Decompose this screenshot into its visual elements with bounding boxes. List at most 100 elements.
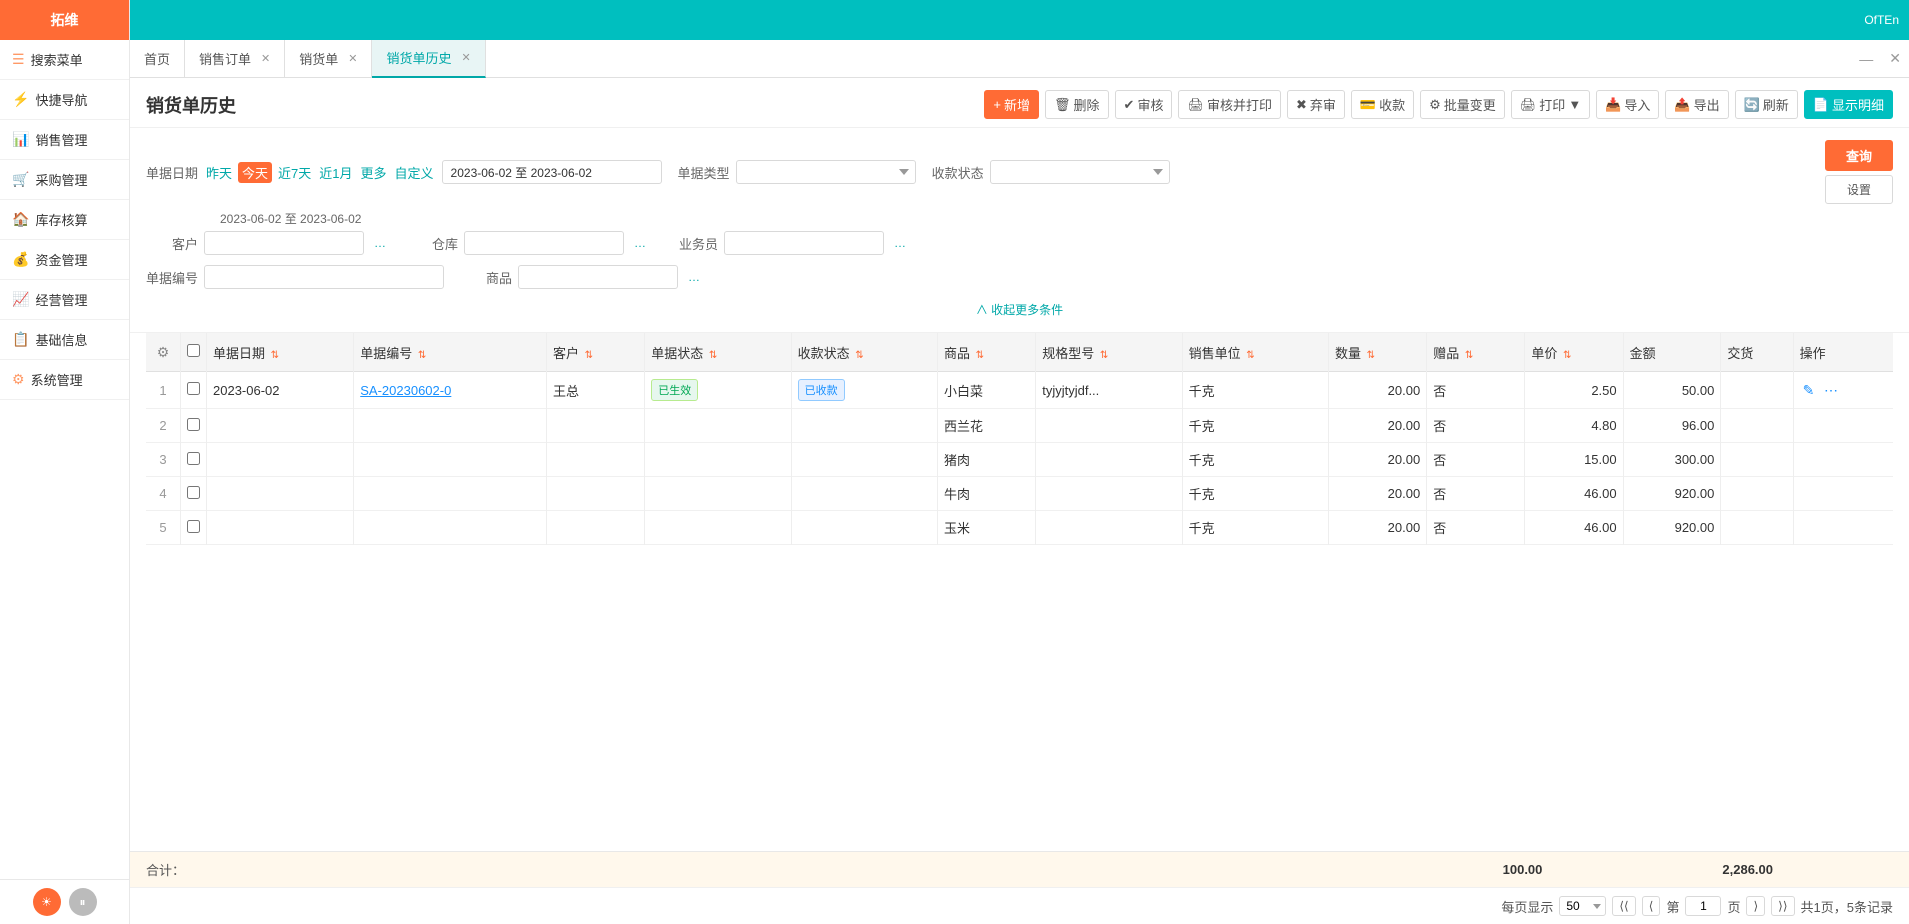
- shortcut-today[interactable]: 今天: [238, 162, 272, 183]
- cell-customer: [547, 511, 645, 545]
- doc-number-link[interactable]: SA-20230602-0: [360, 383, 451, 398]
- sort-price-icon[interactable]: ⇅: [1563, 350, 1571, 361]
- sidebar-item-system-mgmt[interactable]: ⚙ 系统管理: [0, 360, 129, 400]
- payment-status-select[interactable]: [990, 160, 1170, 184]
- main-area: OfTEn 首页 销售订单 ✕ 销货单 ✕ 销货单历史 ✕ — ✕ 销货单历史: [130, 0, 1909, 924]
- customer-ellipsis-btn[interactable]: …: [370, 236, 390, 250]
- sidebar-item-sales-mgmt[interactable]: 📊 销售管理: [0, 120, 129, 160]
- doc-type-select[interactable]: [736, 160, 916, 184]
- page-input[interactable]: [1685, 896, 1721, 916]
- cell-actions: [1793, 477, 1893, 511]
- shortcut-7days[interactable]: 近7天: [276, 163, 313, 182]
- sidebar: 拓维 ☰ 搜索菜单 ⚡ 快捷导航 📊 销售管理 🛒 采购管理 🏠 库存核算 💰 …: [0, 0, 130, 924]
- window-close-btn[interactable]: ✕: [1881, 50, 1909, 67]
- cell-goods: 西兰花: [938, 409, 1036, 443]
- edit-action-icon[interactable]: ✎: [1803, 382, 1815, 398]
- sidebar-item-basic-info[interactable]: 📋 基础信息: [0, 320, 129, 360]
- more-action-icon[interactable]: ⋯: [1824, 382, 1838, 398]
- filter-collapse-row: ∧ 收起更多条件: [146, 299, 1893, 320]
- sidebar-item-operations-mgmt[interactable]: 📈 经营管理: [0, 280, 129, 320]
- goods-input[interactable]: [518, 265, 678, 289]
- date-range-input[interactable]: 2023-06-02 至 2023-06-02: [442, 160, 662, 184]
- show-detail-button[interactable]: 📄 显示明细: [1804, 90, 1893, 119]
- cell-actions: [1793, 511, 1893, 545]
- sort-number-icon[interactable]: ⇅: [418, 350, 426, 361]
- col-settings[interactable]: ⚙: [146, 333, 181, 372]
- shortcut-custom[interactable]: 自定义: [393, 163, 436, 182]
- salesperson-ellipsis-btn[interactable]: …: [890, 236, 910, 250]
- sort-qty-icon[interactable]: ⇅: [1367, 350, 1375, 361]
- sidebar-item-quick-nav[interactable]: ⚡ 快捷导航: [0, 80, 129, 120]
- col-actions: 操作: [1793, 333, 1893, 372]
- settings-gear-icon[interactable]: ⚙: [152, 341, 174, 363]
- page-size-select[interactable]: 20 50 100: [1559, 896, 1606, 916]
- doc-number-input[interactable]: [204, 265, 444, 289]
- row-checkbox[interactable]: [187, 452, 200, 465]
- new-button[interactable]: + 新增: [984, 90, 1039, 119]
- shortcut-yesterday[interactable]: 昨天: [204, 163, 234, 182]
- sidebar-item-finance-mgmt[interactable]: 💰 资金管理: [0, 240, 129, 280]
- export-button[interactable]: 📤 导出: [1665, 90, 1728, 119]
- tab-sales-order[interactable]: 销售订单 ✕: [185, 40, 285, 78]
- tab-sales-delivery[interactable]: 销货单 ✕: [285, 40, 372, 78]
- print-button[interactable]: 🖨 打印 ▼: [1511, 90, 1590, 119]
- customer-input[interactable]: [204, 231, 364, 255]
- cell-unit: 千克: [1182, 511, 1328, 545]
- page-last-btn[interactable]: ⟩⟩: [1771, 896, 1794, 916]
- delete-button[interactable]: 🗑 删除: [1045, 90, 1109, 119]
- warehouse-ellipsis-btn[interactable]: …: [630, 236, 650, 250]
- audit-print-button[interactable]: 🖨 审核并打印: [1178, 90, 1281, 119]
- shortcut-more[interactable]: 更多: [359, 163, 389, 182]
- cell-date: [207, 409, 354, 443]
- tab-sales-order-close[interactable]: ✕: [261, 52, 270, 65]
- collect-button[interactable]: 💳 收款: [1351, 90, 1414, 119]
- shortcut-1month[interactable]: 近1月: [317, 163, 354, 182]
- page-prev-btn[interactable]: ⟨: [1642, 896, 1661, 916]
- sort-date-icon[interactable]: ⇅: [271, 350, 279, 361]
- sidebar-bottom-btn-1[interactable]: ☀: [33, 888, 61, 916]
- filter-collapse-btn[interactable]: ∧ 收起更多条件: [968, 299, 1071, 320]
- window-minimize-btn[interactable]: —: [1851, 51, 1881, 67]
- cell-number[interactable]: SA-20230602-0: [354, 372, 547, 409]
- cell-doc-status: [645, 443, 791, 477]
- sort-unit-icon[interactable]: ⇅: [1246, 350, 1254, 361]
- cell-price: 46.00: [1525, 511, 1623, 545]
- tab-sales-delivery-close[interactable]: ✕: [348, 52, 357, 65]
- abandon-button[interactable]: ✖ 弃审: [1287, 90, 1345, 119]
- sort-customer-icon[interactable]: ⇅: [585, 350, 593, 361]
- page-first-btn[interactable]: ⟨⟨: [1612, 896, 1635, 916]
- tab-sales-history[interactable]: 销货单历史 ✕: [372, 40, 485, 78]
- sort-payment-status-icon[interactable]: ⇅: [855, 350, 863, 361]
- import-button[interactable]: 📥 导入: [1596, 90, 1659, 119]
- page-next-btn[interactable]: ⟩: [1746, 896, 1765, 916]
- audit-button[interactable]: ✔ 审核: [1115, 90, 1173, 119]
- cell-goods: 小白菜: [938, 372, 1036, 409]
- refresh-button[interactable]: 🔄 刷新: [1735, 90, 1798, 119]
- sort-goods-icon[interactable]: ⇅: [976, 350, 984, 361]
- goods-ellipsis-btn[interactable]: …: [684, 270, 704, 284]
- settings-button[interactable]: 设置: [1825, 175, 1893, 204]
- filter-group-goods: 商品 …: [460, 265, 704, 289]
- warehouse-input[interactable]: [464, 231, 624, 255]
- row-checkbox[interactable]: [187, 520, 200, 533]
- sort-spec-icon[interactable]: ⇅: [1100, 350, 1108, 361]
- row-checkbox[interactable]: [187, 418, 200, 431]
- sort-gift-icon[interactable]: ⇅: [1465, 350, 1473, 361]
- filter-group-date: 单据日期 昨天 今天 近7天 近1月 更多 自定义 2023-06-02 至 2…: [146, 160, 662, 184]
- purchase-icon: 🛒: [12, 171, 29, 188]
- tab-sales-history-close[interactable]: ✕: [462, 51, 471, 64]
- tab-home[interactable]: 首页: [130, 40, 185, 78]
- sidebar-item-search-menu[interactable]: ☰ 搜索菜单: [0, 40, 129, 80]
- select-all-checkbox[interactable]: [187, 344, 200, 357]
- sort-doc-status-icon[interactable]: ⇅: [709, 350, 717, 361]
- sidebar-item-inventory[interactable]: 🏠 库存核算: [0, 200, 129, 240]
- filter-group-customer: 客户 …: [146, 231, 390, 255]
- sidebar-bottom-btn-2[interactable]: ⏸: [69, 888, 97, 916]
- sidebar-item-purchase-mgmt[interactable]: 🛒 采购管理: [0, 160, 129, 200]
- cell-price: 46.00: [1525, 477, 1623, 511]
- row-checkbox[interactable]: [187, 382, 200, 395]
- query-button[interactable]: 查询: [1825, 140, 1893, 171]
- row-checkbox[interactable]: [187, 486, 200, 499]
- salesperson-input[interactable]: [724, 231, 884, 255]
- batch-change-button[interactable]: ⚙ 批量变更: [1420, 90, 1505, 119]
